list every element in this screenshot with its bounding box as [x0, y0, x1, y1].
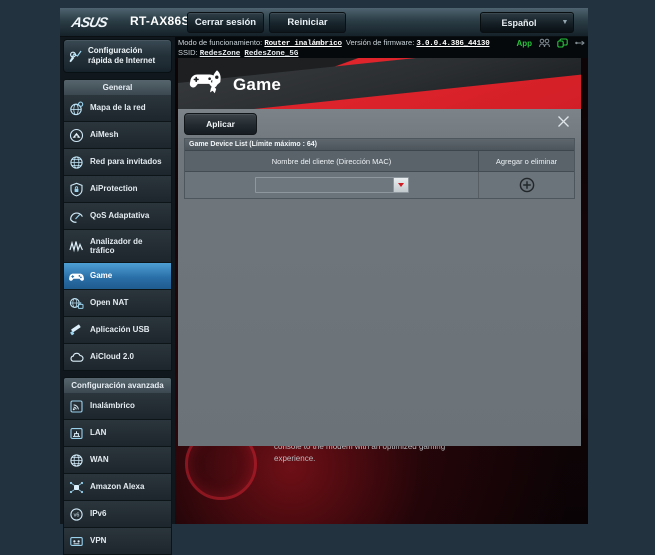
game-banner: Game — [178, 58, 581, 109]
operation-mode-label: Modo de funcionamiento: — [178, 38, 263, 47]
language-label: Español — [501, 17, 537, 28]
sidebar-group-general: General — [63, 79, 172, 95]
firmware-label: Versión de firmware: — [345, 38, 415, 47]
svg-text:v6: v6 — [74, 512, 80, 518]
usb-icon[interactable] — [575, 38, 586, 48]
vpn-icon — [69, 534, 84, 549]
logout-button[interactable]: Cerrar sesión — [187, 12, 264, 33]
column-header-action: Agregar o eliminar — [495, 156, 558, 166]
sidebar-item-label: Inalámbrico — [90, 401, 135, 411]
sidebar-item-label: Aplicación USB — [90, 325, 150, 335]
gauge-icon — [69, 209, 84, 224]
sidebar-item-amazon-alexa[interactable]: Amazon Alexa — [64, 474, 171, 501]
sidebar-item-label: IPv6 — [90, 509, 107, 519]
guest-network-icon — [69, 155, 84, 170]
sidebar-item-label: AiProtection — [90, 184, 138, 194]
ssid-label: SSID: — [178, 48, 198, 57]
status-icons: App — [516, 38, 586, 48]
operation-mode-value[interactable]: Router inalámbrico — [264, 40, 342, 48]
ssid-24[interactable]: RedesZone — [200, 50, 241, 58]
firmware-value[interactable]: 3.0.0.4.386_44130 — [416, 40, 489, 48]
sidebar-item-label: WAN — [90, 455, 109, 465]
usb-devices-icon[interactable] — [557, 38, 568, 48]
sidebar-item-aicloud[interactable]: AiCloud 2.0 — [64, 344, 171, 370]
open-nat-icon — [69, 296, 84, 311]
sidebar-item-label: Game — [90, 271, 113, 281]
sidebar-list-advanced: Inalámbrico LAN WAN Amazon Alexa v6 IPv6… — [63, 393, 172, 555]
sidebar-item-game[interactable]: Game — [64, 263, 171, 290]
sidebar-group-advanced: Configuración avanzada — [63, 377, 172, 393]
chevron-down-icon: ▼ — [561, 19, 569, 26]
traffic-analyzer-icon — [69, 239, 84, 254]
add-icon[interactable] — [519, 177, 535, 193]
sidebar-item-guest-network[interactable]: Red para invitados — [64, 149, 171, 176]
cloud-icon — [69, 350, 84, 365]
panel-body: Aplicar Game Device List (Límite máximo … — [178, 109, 581, 446]
ssid-5g[interactable]: RedesZone_5G — [244, 50, 298, 58]
sidebar-item-label: Analizador de tráfico — [90, 236, 143, 256]
sidebar-item-wireless[interactable]: Inalámbrico — [64, 393, 171, 420]
clients-icon[interactable] — [539, 38, 550, 48]
sidebar-item-usb-application[interactable]: Aplicación USB — [64, 317, 171, 344]
sidebar-item-label: AiCloud 2.0 — [90, 352, 135, 362]
alexa-icon — [69, 480, 84, 495]
network-map-icon — [69, 101, 84, 116]
sidebar-item-label: LAN — [90, 428, 107, 438]
language-selector[interactable]: Español ▼ — [480, 12, 574, 33]
client-input[interactable] — [255, 178, 393, 192]
close-icon[interactable] — [553, 111, 573, 131]
quick-setup-label: Configuración rápida de Internet — [88, 46, 156, 65]
status-bar: Modo de funcionamiento: Router inalámbri… — [175, 36, 588, 58]
usb-application-icon — [69, 323, 84, 338]
table-row — [185, 172, 574, 198]
sidebar-item-aimesh[interactable]: AiMesh — [64, 122, 171, 149]
quick-internet-setup-button[interactable]: Configuración rápida de Internet — [63, 39, 172, 73]
game-device-list-table: Game Device List (Límite máximo : 64) No… — [184, 138, 575, 199]
wireless-icon — [69, 399, 84, 414]
client-select[interactable] — [254, 177, 409, 193]
sidebar-item-label: Amazon Alexa — [90, 482, 145, 492]
sidebar-item-label: VPN — [90, 536, 107, 546]
reboot-button[interactable]: Reiniciar — [269, 12, 346, 33]
sidebar-item-network-map[interactable]: Mapa de la red — [64, 95, 171, 122]
apply-button[interactable]: Aplicar — [184, 113, 257, 135]
sidebar-item-label: QoS Adaptativa — [90, 211, 150, 221]
lan-icon — [69, 426, 84, 441]
table-caption: Game Device List (Límite máximo : 64) — [185, 139, 574, 151]
shield-lock-icon — [69, 182, 84, 197]
sidebar-item-label: AiMesh — [90, 130, 119, 140]
sidebar-item-adaptive-qos[interactable]: QoS Adaptativa — [64, 203, 171, 230]
column-header-client: Nombre del cliente (Dirección MAC) — [185, 151, 479, 171]
sidebar: Configuración rápida de Internet General… — [60, 36, 175, 555]
sidebar-item-traffic-analyzer[interactable]: Analizador de tráfico — [64, 230, 171, 263]
sidebar-item-open-nat[interactable]: Open NAT — [64, 290, 171, 317]
sidebar-item-lan[interactable]: LAN — [64, 420, 171, 447]
router-model: RT-AX86S — [130, 14, 190, 28]
sidebar-list-general: Mapa de la red AiMesh Red para invitados… — [63, 95, 172, 371]
gamepad-icon — [69, 269, 84, 284]
sidebar-item-label: Open NAT — [90, 298, 129, 308]
main-content: console to the modem with an optimized g… — [175, 58, 588, 524]
asus-logo: ASUS — [70, 14, 109, 30]
chevron-down-icon[interactable] — [392, 178, 408, 192]
sidebar-item-wan[interactable]: WAN — [64, 447, 171, 474]
page-title: Game — [233, 74, 282, 94]
sidebar-item-vpn[interactable]: VPN — [64, 528, 171, 554]
table-header-row: Nombre del cliente (Dirección MAC) Agreg… — [185, 151, 574, 172]
ipv6-icon: v6 — [69, 507, 84, 522]
globe-icon — [69, 453, 84, 468]
app-label[interactable]: App — [516, 39, 532, 48]
quick-setup-icon — [68, 49, 83, 64]
game-panel: Game Aplicar Game Device List (Límite má… — [178, 58, 581, 446]
router-admin-page: console to the modem with an optimized g… — [0, 0, 655, 555]
aimesh-icon — [69, 128, 84, 143]
sidebar-item-label: Red para invitados — [90, 157, 162, 167]
sidebar-item-aiprotection[interactable]: AiProtection — [64, 176, 171, 203]
top-bar: ASUS RT-AX86S Cerrar sesión Reiniciar Es… — [60, 8, 588, 37]
sidebar-item-label: Mapa de la red — [90, 103, 146, 113]
gamepad-rocket-icon — [188, 69, 226, 100]
